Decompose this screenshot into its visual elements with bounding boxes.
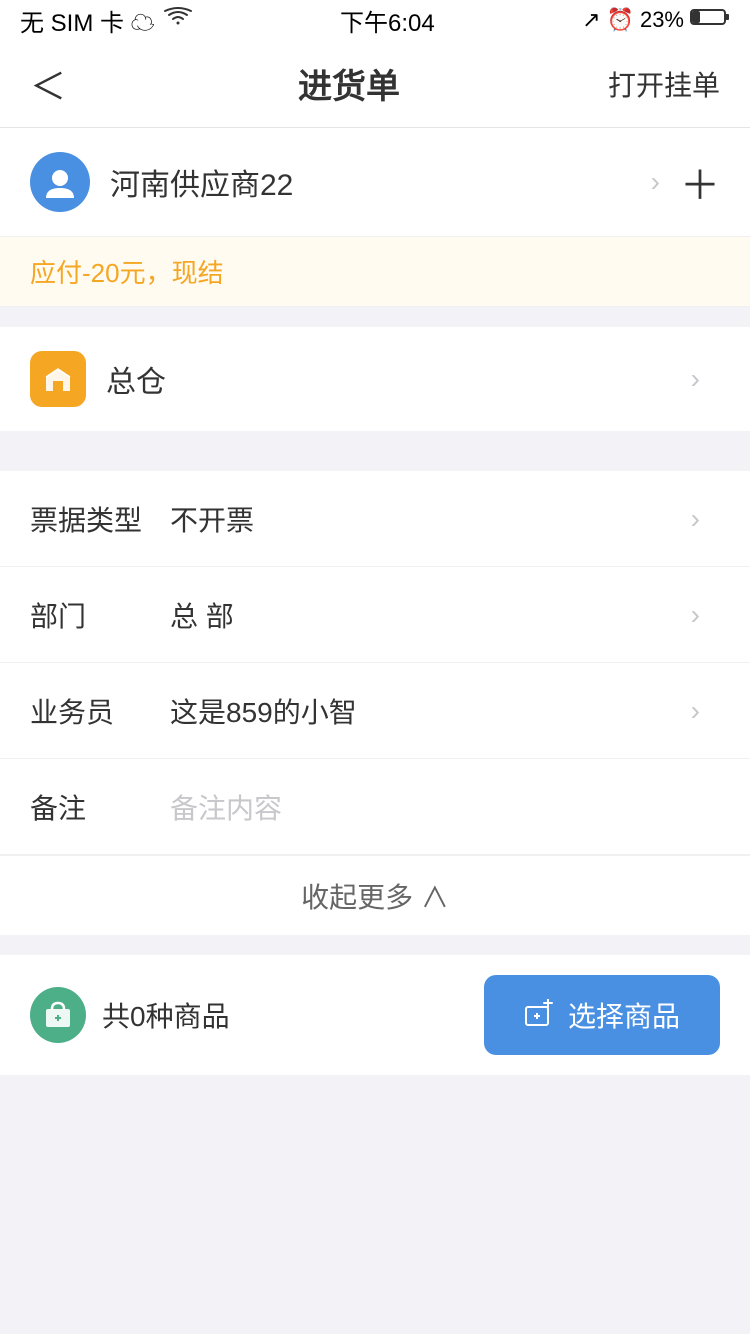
form-section: 票据类型 不开票 › 部门 总 部 › 业务员 这是859的小智 › 备注 备注…	[0, 471, 750, 935]
status-right: ↗ ⏰ 23%	[582, 7, 730, 33]
ticket-type-row[interactable]: 票据类型 不开票 ›	[0, 471, 750, 567]
wifi-icon	[163, 6, 193, 34]
supplier-chevron-icon: ›	[651, 166, 660, 198]
ticket-type-value: 不开票	[150, 499, 691, 539]
status-left: 无 SIM 卡 ☁	[20, 3, 193, 38]
collapse-button[interactable]: 收起更多 ∧	[0, 855, 750, 935]
dept-row[interactable]: 部门 总 部 ›	[0, 567, 750, 663]
add-supplier-button[interactable]: ＋	[680, 153, 720, 211]
supplier-row[interactable]: 河南供应商22 › ＋	[0, 128, 750, 237]
dept-value: 总 部	[150, 595, 691, 635]
dept-label: 部门	[30, 595, 150, 635]
supplier-section: 河南供应商22 › ＋ 应付-20元，现结	[0, 128, 750, 307]
back-button[interactable]: ＜	[30, 58, 90, 110]
bottom-bar: 共0种商品 选择商品	[0, 955, 750, 1075]
alarm-icon: ⏰	[607, 7, 634, 33]
remark-label: 备注	[30, 787, 150, 827]
remark-row[interactable]: 备注 备注内容	[0, 759, 750, 855]
gap-1	[0, 307, 750, 327]
ticket-type-label: 票据类型	[30, 499, 150, 539]
dept-chevron-icon: ›	[691, 599, 700, 631]
location-icon: ↗	[582, 7, 600, 33]
warehouse-icon	[30, 351, 86, 407]
battery-text: 23%	[640, 7, 684, 33]
sales-label: 业务员	[30, 691, 150, 731]
select-product-label: 选择商品	[568, 995, 680, 1035]
warehouse-row[interactable]: 总仓 ›	[0, 327, 750, 431]
sales-value: 这是859的小智	[150, 691, 691, 731]
sales-chevron-icon: ›	[691, 695, 700, 727]
remark-input[interactable]: 备注内容	[150, 787, 720, 827]
open-pending-button[interactable]: 打开挂单	[608, 64, 720, 104]
nav-bar: ＜ 进货单 打开挂单	[0, 40, 750, 128]
product-count-wrap: 共0种商品	[30, 987, 230, 1043]
supplier-avatar	[30, 152, 90, 212]
supplier-name: 河南供应商22	[110, 160, 651, 204]
warehouse-chevron-icon: ›	[691, 363, 700, 395]
product-count-text: 共0种商品	[102, 995, 230, 1035]
select-product-button[interactable]: 选择商品	[484, 975, 720, 1055]
status-time: 下午6:04	[340, 3, 435, 38]
warehouse-name: 总仓	[106, 357, 691, 401]
main-content: 河南供应商22 › ＋ 应付-20元，现结 总仓 › 票据类型 不开票 › 部门	[0, 128, 750, 1075]
supplier-notice: 应付-20元，现结	[0, 237, 750, 307]
product-icon	[30, 987, 86, 1043]
no-sim-text: 无 SIM 卡 ☁	[20, 3, 155, 38]
sales-row[interactable]: 业务员 这是859的小智 ›	[0, 663, 750, 759]
gap-2	[0, 431, 750, 451]
page-title: 进货单	[298, 59, 400, 108]
ticket-chevron-icon: ›	[691, 503, 700, 535]
collapse-label: 收起更多 ∧	[301, 876, 449, 916]
status-bar: 无 SIM 卡 ☁ 下午6:04 ↗ ⏰ 23%	[0, 0, 750, 40]
battery-icon	[690, 7, 730, 33]
